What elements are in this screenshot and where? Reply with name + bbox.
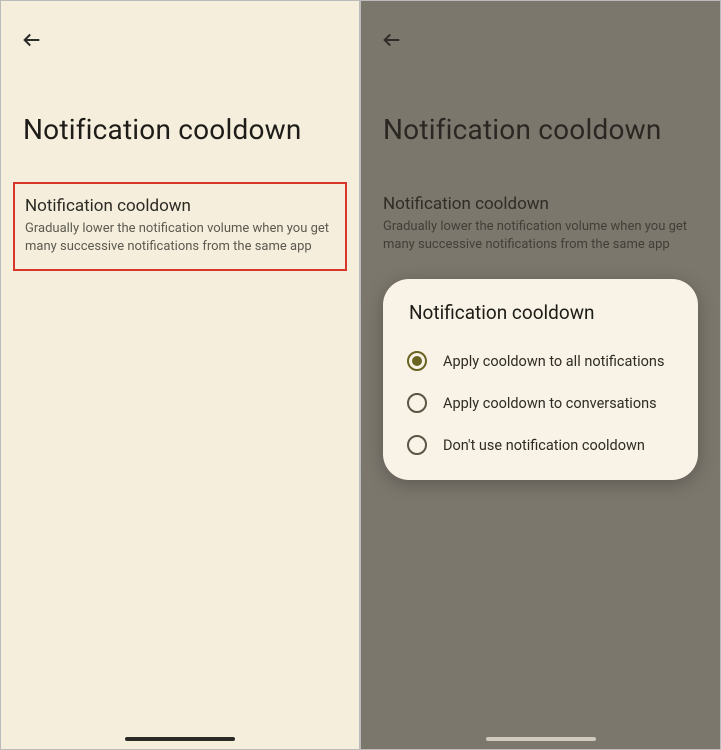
back-arrow-icon[interactable] [21,36,43,55]
setting-title: Notification cooldown [25,196,335,216]
radio-icon [407,435,427,455]
notification-cooldown-setting[interactable]: Notification cooldown Gradually lower th… [13,182,347,271]
radio-label: Apply cooldown to conversations [443,395,657,412]
dialog-title: Notification cooldown [403,301,678,324]
radio-icon [407,393,427,413]
page-title: Notification cooldown [1,61,359,176]
screen-left: Notification cooldown Notification coold… [0,0,360,750]
setting-description: Gradually lower the notification volume … [25,220,335,255]
radio-option-all[interactable]: Apply cooldown to all notifications [403,340,678,382]
cooldown-dialog: Notification cooldown Apply cooldown to … [383,279,698,480]
radio-label: Don't use notification cooldown [443,437,645,454]
radio-label: Apply cooldown to all notifications [443,353,664,370]
navigation-handle[interactable] [486,737,596,741]
screen-right: Notification cooldown Notification coold… [360,0,721,750]
header-row [1,1,359,61]
navigation-handle[interactable] [125,737,235,741]
radio-option-dont-use[interactable]: Don't use notification cooldown [403,424,678,466]
radio-icon [407,351,427,371]
radio-option-conversations[interactable]: Apply cooldown to conversations [403,382,678,424]
